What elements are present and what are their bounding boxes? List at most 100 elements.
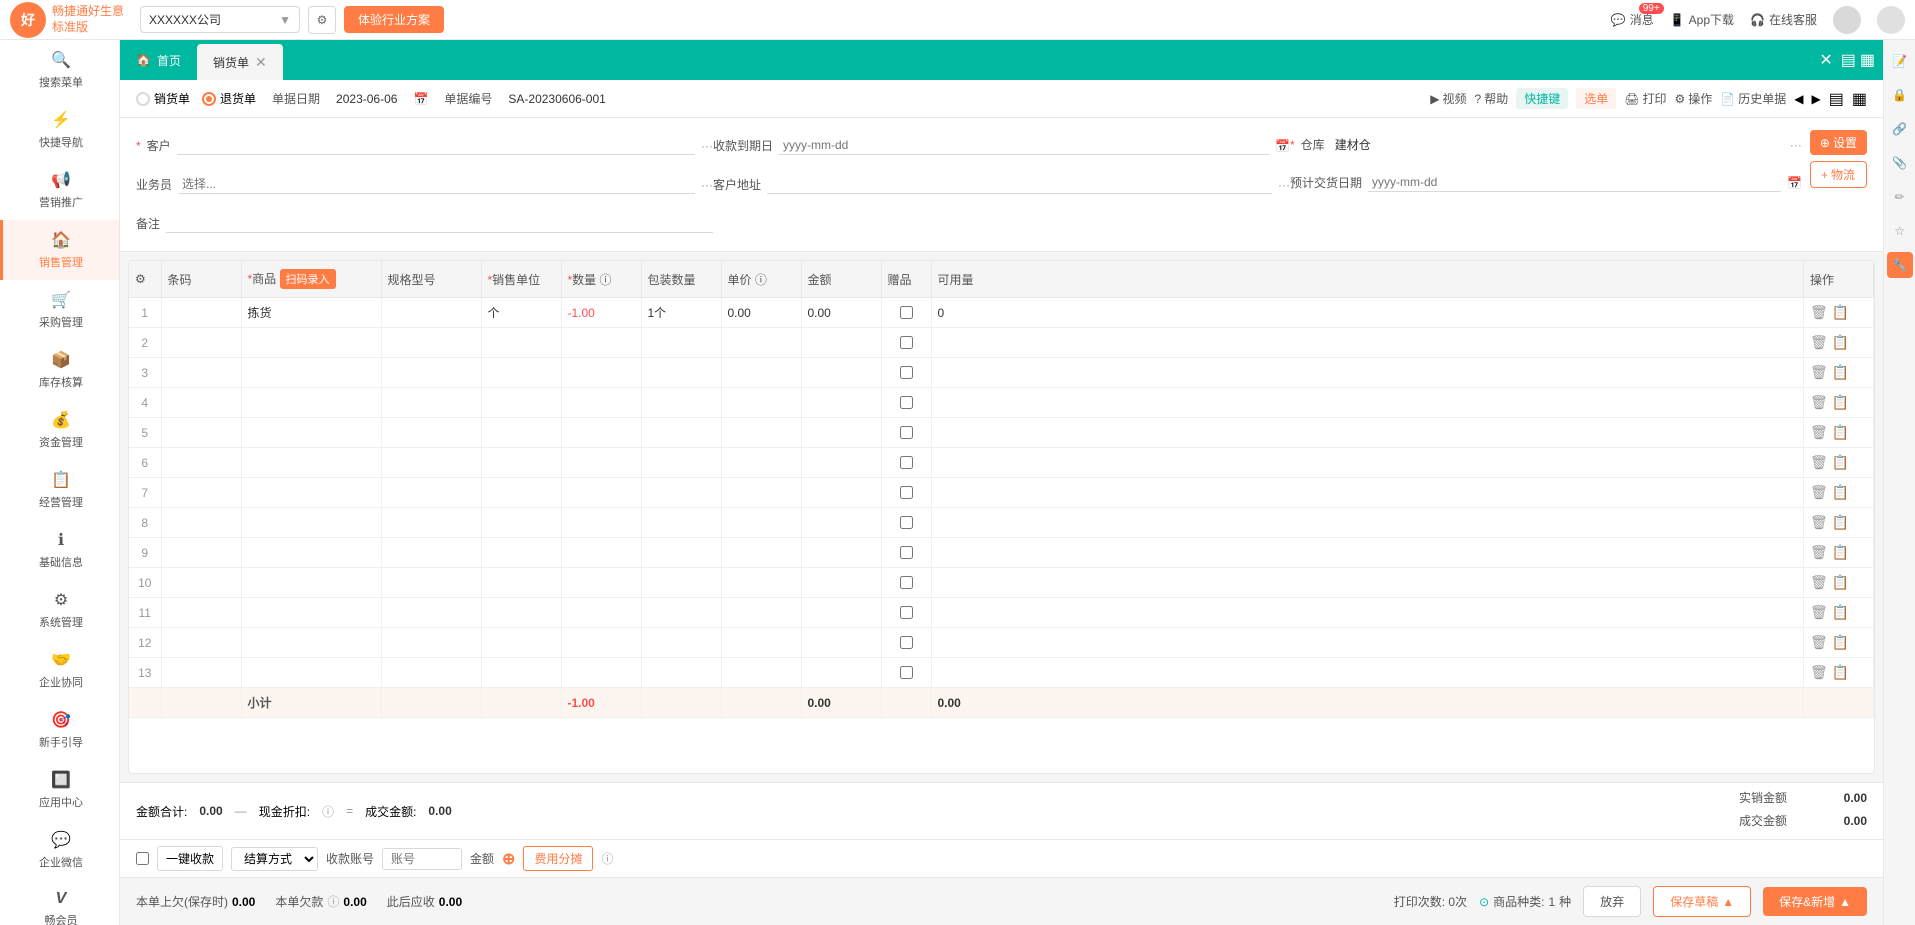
radio-return-order[interactable]: 退货单 — [202, 90, 256, 107]
right-sidebar-icon-7[interactable]: 🔧 — [1887, 252, 1913, 278]
row-product[interactable]: 拣货 — [241, 298, 381, 328]
trial-button[interactable]: 体验行业方案 — [344, 6, 444, 33]
right-sidebar-icon-5[interactable]: ✏ — [1887, 184, 1913, 210]
gift-checkbox[interactable] — [900, 546, 913, 559]
copy-row-icon[interactable]: 📋 — [1832, 394, 1849, 411]
copy-row-icon[interactable]: 📋 — [1832, 574, 1849, 591]
radio-sales-order[interactable]: 销货单 — [136, 90, 190, 107]
delete-row-icon[interactable]: 🗑 — [1810, 454, 1828, 471]
copy-row-icon[interactable]: 📋 — [1832, 514, 1849, 531]
due-date-input[interactable] — [779, 136, 1269, 155]
delete-row-icon[interactable]: 🗑 — [1810, 334, 1828, 351]
customer-address-input[interactable] — [767, 175, 1272, 194]
sidebar-item-marketing[interactable]: 📢 营销推广 — [0, 160, 119, 220]
add-payment-button[interactable]: ⊕ — [502, 849, 515, 869]
salesperson-input[interactable] — [178, 175, 695, 194]
right-sidebar-icon-4[interactable]: 📎 — [1887, 150, 1913, 176]
right-sidebar-icon-2[interactable]: 🔒 — [1887, 82, 1913, 108]
online-service-button[interactable]: 🎧 在线客服 — [1750, 11, 1817, 28]
delete-row-icon[interactable]: 🗑 — [1810, 304, 1828, 321]
gift-checkbox[interactable] — [900, 336, 913, 349]
copy-row-icon[interactable]: 📋 — [1832, 544, 1849, 561]
tab-close-icon[interactable]: ✕ — [255, 54, 267, 71]
grid-view-icon[interactable]: ▦ — [1852, 89, 1867, 109]
gift-checkbox[interactable] — [900, 606, 913, 619]
sidebar-item-quick-nav[interactable]: ⚡ 快捷导航 — [0, 100, 119, 160]
salesperson-dots-icon[interactable]: ··· — [701, 178, 713, 192]
expected-date-input[interactable] — [1368, 173, 1781, 192]
row-gift[interactable] — [881, 298, 931, 328]
tab-layout-icon1[interactable]: ▤ — [1841, 50, 1856, 70]
history-btn[interactable]: 📄 历史单据 — [1720, 90, 1786, 107]
row-pack-qty[interactable]: 1个 — [641, 298, 721, 328]
delete-row-icon[interactable]: 🗑 — [1810, 424, 1828, 441]
copy-row-icon[interactable]: 📋 — [1832, 424, 1849, 441]
note-input[interactable] — [166, 214, 713, 233]
delete-row-icon[interactable]: 🗑 — [1810, 664, 1828, 681]
sidebar-item-basic-info[interactable]: ℹ 基础信息 — [0, 520, 119, 580]
app-download-button[interactable]: 📱 App下载 — [1670, 11, 1734, 28]
delete-row-icon[interactable]: 🗑 — [1810, 604, 1828, 621]
sidebar-item-wecom[interactable]: 💬 企业微信 — [0, 820, 119, 880]
sidebar-item-purchase[interactable]: 🛒 采购管理 — [0, 280, 119, 340]
copy-row-icon[interactable]: 📋 — [1832, 334, 1849, 351]
sidebar-item-search[interactable]: 🔍 搜索菜单 — [0, 40, 119, 100]
copy-row-icon[interactable]: 📋 — [1832, 364, 1849, 381]
delete-row-icon[interactable]: 🗑 — [1810, 394, 1828, 411]
delete-row-icon[interactable]: 🗑 — [1810, 574, 1828, 591]
expense-split-button[interactable]: 费用分摊 — [523, 846, 593, 871]
list-view-icon[interactable]: ▤ — [1829, 89, 1844, 109]
sidebar-item-member[interactable]: V 畅会员 — [0, 880, 119, 925]
sidebar-item-sales[interactable]: 🏠 销售管理 — [0, 220, 119, 280]
nav-next-icon[interactable]: ▶ — [1812, 92, 1821, 106]
col-settings[interactable]: ⚙ — [129, 261, 161, 298]
address-dots-icon[interactable]: ··· — [1278, 178, 1290, 192]
avatar[interactable] — [1833, 6, 1861, 34]
settings-gear-button[interactable]: ⚙ — [308, 6, 336, 34]
operation-btn[interactable]: ⚙ 操作 — [1675, 90, 1713, 107]
sidebar-item-collaboration[interactable]: 🤝 企业协同 — [0, 640, 119, 700]
one-click-checkbox[interactable] — [136, 852, 149, 865]
delete-row-icon[interactable]: 🗑 — [1810, 514, 1828, 531]
copy-row-icon[interactable]: 📋 — [1832, 304, 1849, 321]
sidebar-item-finance[interactable]: 💰 资金管理 — [0, 400, 119, 460]
video-btn[interactable]: ▶ 视频 — [1430, 90, 1466, 107]
one-click-payment-button[interactable]: 一键收款 — [157, 846, 223, 871]
row-unit[interactable]: 个 — [481, 298, 561, 328]
gift-checkbox[interactable] — [900, 666, 913, 679]
tab-home[interactable]: 🏠 首页 — [120, 40, 197, 80]
row-qty[interactable]: -1.00 — [561, 298, 641, 328]
copy-row-icon[interactable]: 📋 — [1832, 664, 1849, 681]
copy-row-icon[interactable]: 📋 — [1832, 484, 1849, 501]
settings-button[interactable]: ⊕ 设置 — [1810, 130, 1867, 155]
customer-dots-icon[interactable]: ··· — [701, 139, 713, 153]
due-date-calendar-icon[interactable]: 📅 — [1275, 139, 1290, 153]
gift-checkbox[interactable] — [900, 516, 913, 529]
gift-checkbox[interactable] — [900, 456, 913, 469]
warehouse-dots-icon[interactable]: ··· — [1790, 138, 1802, 152]
right-sidebar-icon-3[interactable]: 🔗 — [1887, 116, 1913, 142]
logistics-button[interactable]: + 物流 — [1810, 161, 1867, 188]
nav-prev-icon[interactable]: ◀ — [1794, 92, 1803, 106]
scan-btn[interactable]: 扫码录入 — [280, 269, 336, 289]
gift-checkbox[interactable] — [900, 306, 913, 319]
copy-row-icon[interactable]: 📋 — [1832, 604, 1849, 621]
company-selector[interactable]: XXXXXX公司 ▼ — [140, 6, 300, 33]
save-new-button[interactable]: 保存&新增 ▲ — [1763, 887, 1867, 916]
row-price[interactable]: 0.00 — [721, 298, 801, 328]
sidebar-item-operations[interactable]: 📋 经营管理 — [0, 460, 119, 520]
sidebar-item-appstore[interactable]: 🔲 应用中心 — [0, 760, 119, 820]
calc-method-select[interactable]: 结算方式 — [231, 847, 318, 871]
print-btn[interactable]: 🖨 打印 — [1624, 90, 1666, 107]
gift-checkbox[interactable] — [900, 636, 913, 649]
sidebar-item-system[interactable]: ⚙ 系统管理 — [0, 580, 119, 640]
copy-row-icon[interactable]: 📋 — [1832, 634, 1849, 651]
message-button[interactable]: 💬 消息 99+ — [1611, 11, 1654, 28]
row-amount[interactable]: 0.00 — [801, 298, 881, 328]
save-draft-button[interactable]: 保存草稿 ▲ — [1653, 886, 1751, 917]
sidebar-item-guide[interactable]: 🎯 新手引导 — [0, 700, 119, 760]
row-spec[interactable] — [381, 298, 481, 328]
help-btn[interactable]: ? 帮助 — [1475, 90, 1509, 107]
delete-row-icon[interactable]: 🗑 — [1810, 634, 1828, 651]
select-btn[interactable]: 选单 — [1576, 88, 1616, 109]
